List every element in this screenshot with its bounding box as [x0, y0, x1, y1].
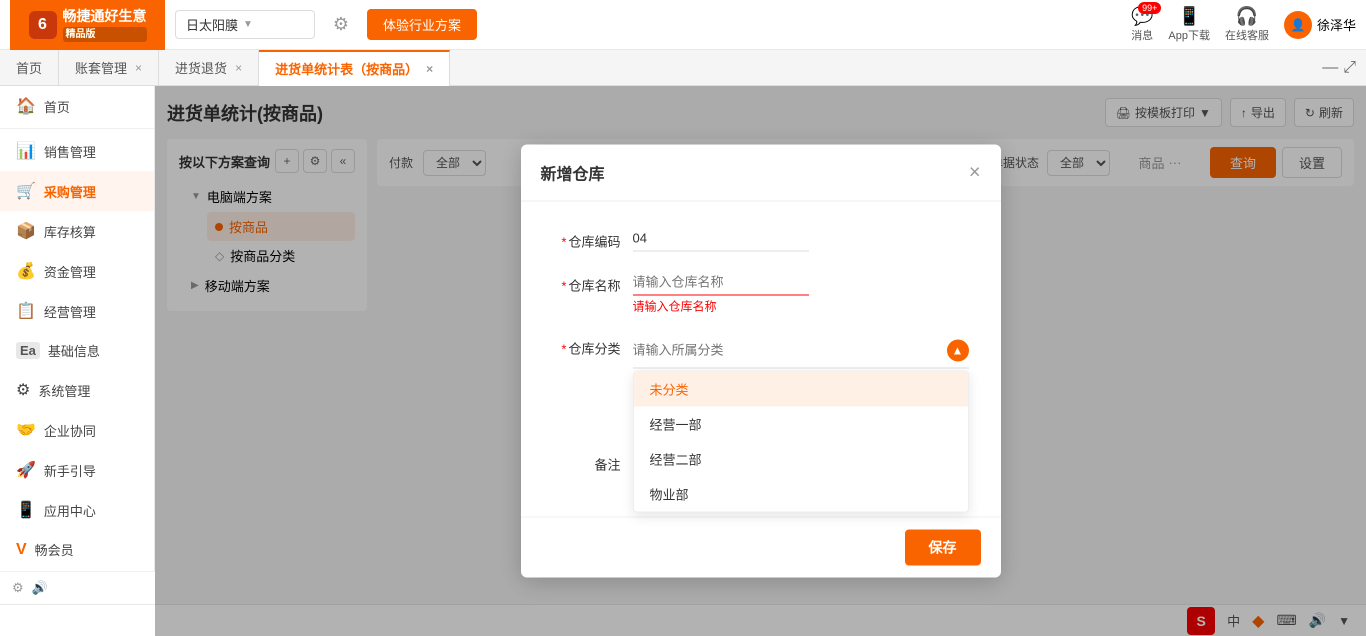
tab-home[interactable]: 首页: [0, 50, 59, 86]
sales-icon: 📊: [16, 141, 36, 161]
logo-text: 畅捷通好生意 精品版: [63, 7, 147, 42]
warehouse-name-row: 仓库名称 请输入仓库名称: [553, 270, 969, 315]
enterprise-icon: 🤝: [16, 420, 36, 440]
category-input[interactable]: [633, 338, 947, 363]
warehouse-category-label: 仓库分类: [553, 333, 633, 358]
footer-gear-icon[interactable]: ⚙: [12, 580, 24, 596]
purchase-icon: 🛒: [16, 181, 36, 201]
inventory-icon: 📦: [16, 221, 36, 241]
modal-close-button[interactable]: ×: [969, 161, 981, 184]
save-button[interactable]: 保存: [905, 530, 981, 566]
sidebar-item-enterprise[interactable]: 🤝 企业协同: [0, 410, 154, 450]
logo-icon: 6: [29, 11, 57, 39]
tab-purchase-return[interactable]: 进货退货 ×: [159, 50, 259, 86]
warehouse-name-error: 请输入仓库名称: [633, 298, 969, 315]
footer-speaker-icon[interactable]: 🔊: [32, 580, 48, 596]
sidebar-item-home[interactable]: 🏠 首页: [0, 86, 154, 126]
close-tab-2[interactable]: ×: [235, 61, 242, 75]
store-selector[interactable]: 日太阳膜 ▼: [175, 10, 315, 39]
sidebar-item-app-center[interactable]: 📱 应用中心: [0, 490, 154, 530]
tab-purchase-stats[interactable]: 进货单统计表（按商品） ×: [259, 50, 450, 86]
trial-button[interactable]: 体验行业方案: [367, 9, 477, 40]
finance-icon: 💰: [16, 261, 36, 281]
sidebar-item-finance[interactable]: 💰 资金管理: [0, 251, 154, 291]
download-icon: 📱: [1178, 6, 1200, 27]
sidebar-item-vip[interactable]: V 畅会员: [0, 530, 154, 569]
modal-footer: 保存: [521, 517, 1001, 578]
logo-area: 6 畅捷通好生意 精品版: [10, 0, 165, 50]
sidebar-item-system[interactable]: ⚙ 系统管理: [0, 370, 154, 410]
home-icon: 🏠: [16, 96, 36, 116]
sidebar-item-purchase[interactable]: 🛒 采购管理: [0, 171, 154, 211]
warehouse-note-label: 备注: [553, 449, 633, 474]
close-tab-3[interactable]: ×: [426, 62, 433, 76]
dropdown-option-dept1[interactable]: 经营一部: [634, 407, 968, 442]
warehouse-code-input[interactable]: [633, 226, 809, 252]
store-arrow-icon: ▼: [243, 19, 253, 30]
sidebar-item-inventory[interactable]: 📦 库存核算: [0, 211, 154, 251]
dropdown-option-unclassified[interactable]: 未分类: [634, 372, 968, 407]
warehouse-name-input[interactable]: [633, 270, 809, 296]
new-warehouse-modal: 新增仓库 × 仓库编码 仓库名称 请输入仓库名称: [521, 145, 1001, 578]
category-dropdown-list: 未分类 经营一部 经营二部 物业部: [633, 371, 969, 513]
modal-title: 新增仓库: [541, 161, 605, 185]
modal-header: 新增仓库 ×: [521, 145, 1001, 202]
warehouse-code-wrap: [633, 226, 969, 252]
warehouse-category-wrap: ▲ 未分类 经营一部 经营二部 物业部: [633, 333, 969, 369]
sidebar-item-operations[interactable]: 📋 经营管理: [0, 291, 154, 331]
tab-minimize-button[interactable]: —: [1322, 59, 1338, 77]
tab-bar-right: — ⤢: [1322, 59, 1366, 77]
dropdown-option-dept2[interactable]: 经营二部: [634, 442, 968, 477]
app-download-button[interactable]: 📱 App下载: [1168, 6, 1210, 43]
close-tab-1[interactable]: ×: [135, 61, 142, 75]
top-bar-right: 💬 99+ 消息 📱 App下载 🎧 在线客服 👤 徐泽华: [1131, 6, 1356, 43]
sidebar-item-guide[interactable]: 🚀 新手引导: [0, 450, 154, 490]
sidebar: 🏠 首页 📊 销售管理 🛒 采购管理 📦 库存核算 💰 资金管理 📋 经营管理 …: [0, 86, 155, 636]
warehouse-code-row: 仓库编码: [553, 226, 969, 252]
warehouse-code-label: 仓库编码: [553, 226, 633, 251]
sidebar-item-basic-info[interactable]: Ea 基础信息: [0, 331, 154, 370]
guide-icon: 🚀: [16, 460, 36, 480]
content-area: 进货单统计(按商品) 🖨 按模板打印 ▼ ↑ 导出 ↻ 刷新: [155, 86, 1366, 636]
operations-icon: 📋: [16, 301, 36, 321]
message-button[interactable]: 💬 99+ 消息: [1131, 6, 1153, 43]
warehouse-category-row: 仓库分类 ▲ 未分类 经营一部 经营二部 物业部: [553, 333, 969, 369]
avatar: 👤: [1284, 11, 1312, 39]
top-bar: 6 畅捷通好生意 精品版 日太阳膜 ▼ ⚙ 体验行业方案 💬 99+ 消息 📱 …: [0, 0, 1366, 50]
basic-info-icon: Ea: [16, 342, 40, 359]
tab-expand-button[interactable]: ⤢: [1343, 59, 1356, 77]
system-icon: ⚙: [16, 380, 30, 400]
app-center-icon: 📱: [16, 500, 36, 520]
sidebar-item-sales[interactable]: 📊 销售管理: [0, 131, 154, 171]
category-arrow-button[interactable]: ▲: [947, 339, 969, 361]
headset-icon: 🎧: [1236, 6, 1258, 27]
settings-button[interactable]: ⚙: [325, 9, 357, 41]
tab-bar: 首页 账套管理 × 进货退货 × 进货单统计表（按商品） × — ⤢: [0, 50, 1366, 86]
dropdown-option-dept3[interactable]: 物业部: [634, 477, 968, 512]
online-service-button[interactable]: 🎧 在线客服: [1225, 6, 1269, 43]
modal-body: 仓库编码 仓库名称 请输入仓库名称 仓库分类: [521, 202, 1001, 517]
warehouse-name-wrap: 请输入仓库名称: [633, 270, 969, 315]
category-dropdown[interactable]: ▲: [633, 333, 969, 369]
user-area[interactable]: 👤 徐泽华: [1284, 11, 1356, 39]
sidebar-divider-1: [0, 128, 154, 129]
sidebar-footer: ⚙ 🔊: [0, 571, 155, 604]
vip-icon: V: [16, 541, 27, 559]
tab-account-manage[interactable]: 账套管理 ×: [59, 50, 159, 86]
main-layout: 🏠 首页 📊 销售管理 🛒 采购管理 📦 库存核算 💰 资金管理 📋 经营管理 …: [0, 86, 1366, 636]
warehouse-name-label: 仓库名称: [553, 270, 633, 295]
